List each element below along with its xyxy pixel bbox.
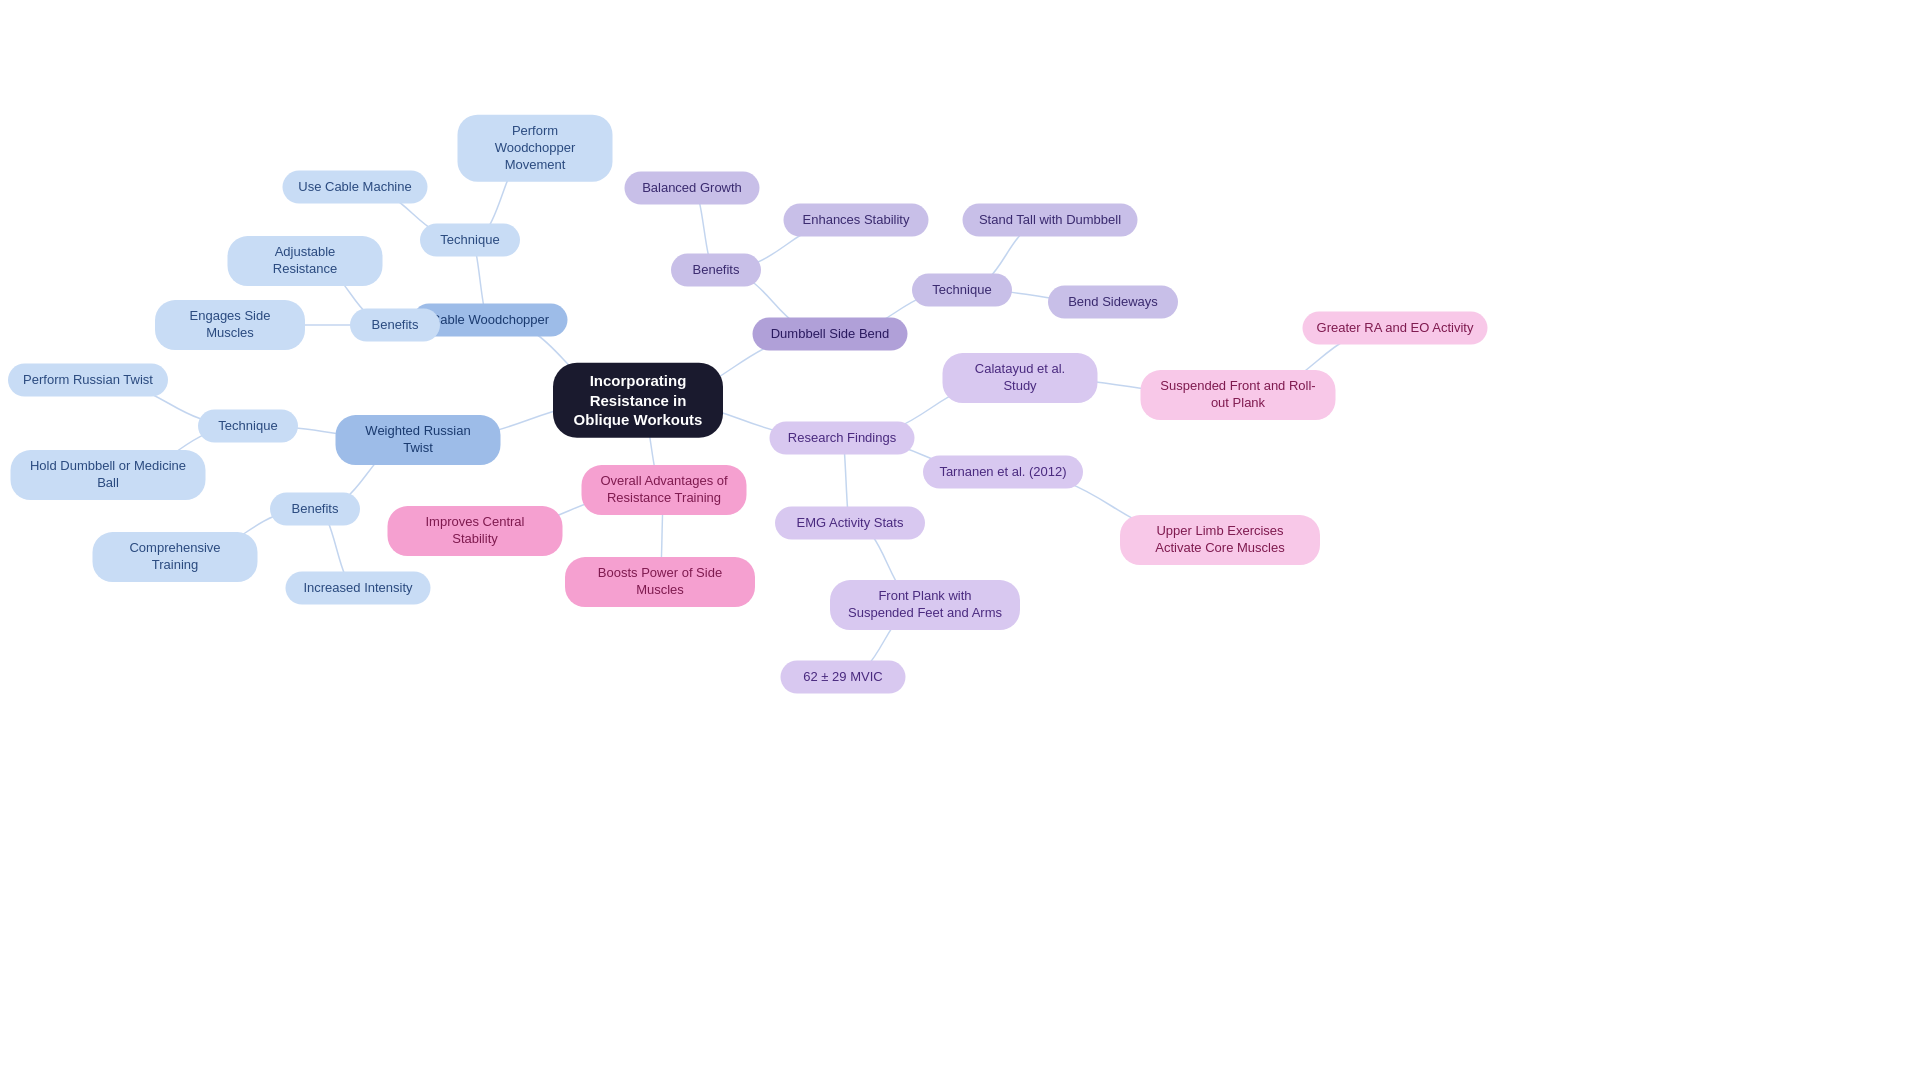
- node-cwBenefits[interactable]: Benefits: [350, 309, 440, 342]
- node-center[interactable]: Incorporating Resistance in Oblique Work…: [553, 363, 723, 438]
- node-wrPerform[interactable]: Perform Russian Twist: [8, 364, 168, 397]
- node-dsbStandTall[interactable]: Stand Tall with Dumbbell: [963, 204, 1138, 237]
- node-emgActivity[interactable]: EMG Activity Stats: [775, 507, 925, 540]
- node-suspendedFront[interactable]: Suspended Front and Roll-out Plank: [1141, 370, 1336, 420]
- node-tarnanen[interactable]: Tarnanen et al. (2012): [923, 456, 1083, 489]
- node-upperLimb[interactable]: Upper Limb Exercises Activate Core Muscl…: [1120, 515, 1320, 565]
- node-weightedRussian[interactable]: Weighted Russian Twist: [336, 415, 501, 465]
- node-dsbTechnique[interactable]: Technique: [912, 274, 1012, 307]
- node-cwTechnique[interactable]: Technique: [420, 224, 520, 257]
- node-researchFindings[interactable]: Research Findings: [770, 422, 915, 455]
- node-improvesCentral[interactable]: Improves Central Stability: [388, 506, 563, 556]
- node-dsbBenefits[interactable]: Benefits: [671, 254, 761, 287]
- node-wrBenefits[interactable]: Benefits: [270, 493, 360, 526]
- node-cwPerform[interactable]: Perform Woodchopper Movement: [458, 115, 613, 182]
- node-wrHold[interactable]: Hold Dumbbell or Medicine Ball: [11, 450, 206, 500]
- node-wrIncreased[interactable]: Increased Intensity: [286, 572, 431, 605]
- mind-map: Incorporating Resistance in Oblique Work…: [0, 0, 1920, 1083]
- node-boostsPower[interactable]: Boosts Power of Side Muscles: [565, 557, 755, 607]
- node-dsbEnhances[interactable]: Enhances Stability: [784, 204, 929, 237]
- node-mvic[interactable]: 62 ± 29 MVIC: [781, 661, 906, 694]
- node-wrComprehensive[interactable]: Comprehensive Training: [93, 532, 258, 582]
- node-wrTechnique[interactable]: Technique: [198, 410, 298, 443]
- node-overallAdvantages[interactable]: Overall Advantages of Resistance Trainin…: [582, 465, 747, 515]
- node-dumbbellSideBend[interactable]: Dumbbell Side Bend: [753, 318, 908, 351]
- node-frontPlank[interactable]: Front Plank with Suspended Feet and Arms: [830, 580, 1020, 630]
- connections-layer: [0, 0, 1920, 1083]
- node-cwAdjustable[interactable]: Adjustable Resistance: [228, 236, 383, 286]
- node-dsbBendSideways[interactable]: Bend Sideways: [1048, 286, 1178, 319]
- node-dsbBalanced[interactable]: Balanced Growth: [625, 172, 760, 205]
- node-calatayud[interactable]: Calatayud et al. Study: [943, 353, 1098, 403]
- node-greaterRA[interactable]: Greater RA and EO Activity: [1303, 312, 1488, 345]
- node-cwEngages[interactable]: Engages Side Muscles: [155, 300, 305, 350]
- node-cwUseCable[interactable]: Use Cable Machine: [283, 171, 428, 204]
